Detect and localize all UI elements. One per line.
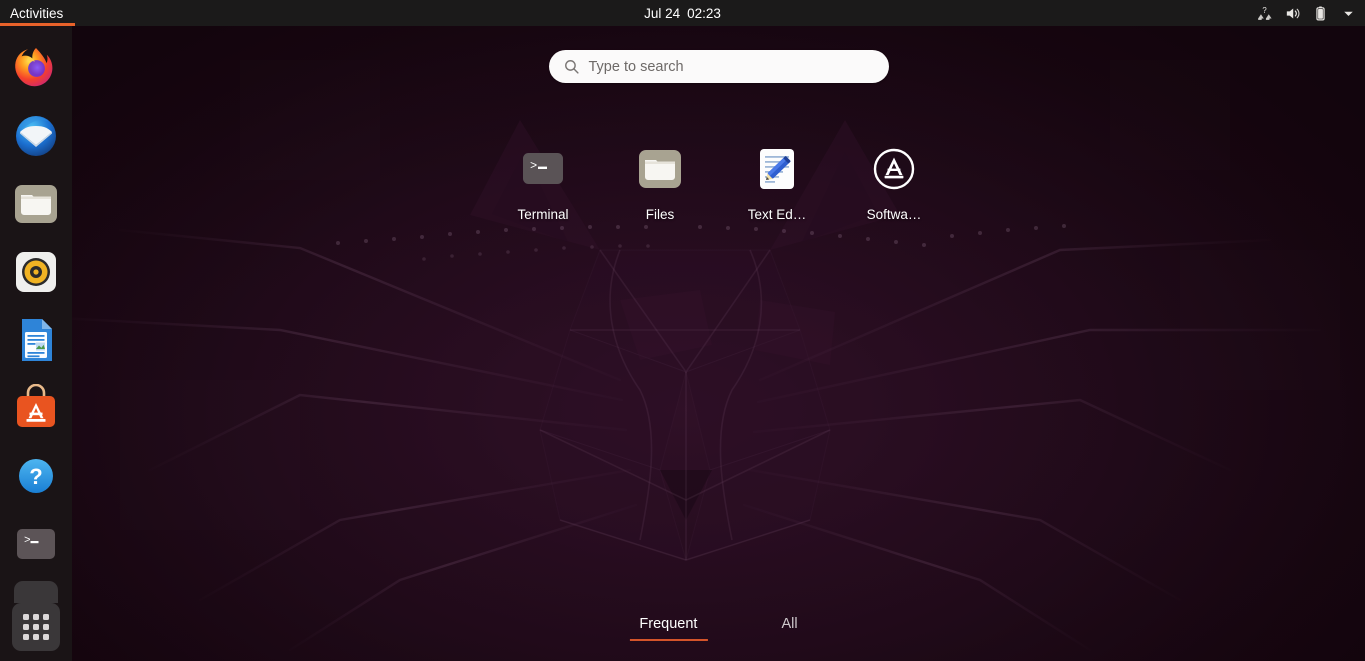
- app-label: Files: [645, 207, 675, 222]
- app-label: Text Ed…: [747, 207, 807, 222]
- desktop: Activities Jul 24 02:23 ? ? > Type to se…: [0, 0, 1365, 661]
- activities-overview: Type to search > Terminal Files Text Ed……: [72, 26, 1365, 661]
- ubuntu-software-icon: [873, 148, 915, 190]
- activities-label: Activities: [10, 5, 64, 21]
- svg-text:>: >: [24, 535, 31, 547]
- clock-button[interactable]: Jul 24 02:23: [644, 0, 721, 26]
- text-editor-icon-wrap: [750, 142, 804, 196]
- terminal-icon: >: [523, 153, 563, 184]
- tab-label: Frequent: [639, 616, 698, 632]
- app-tile-terminal[interactable]: > Terminal: [485, 136, 602, 228]
- show-applications-button[interactable]: [12, 603, 60, 651]
- grid-dot: [33, 614, 39, 620]
- top-bar: Activities Jul 24 02:23 ?: [0, 0, 1365, 26]
- dock-app-list: ? >: [0, 26, 72, 661]
- svg-text:?: ?: [29, 464, 42, 489]
- search-icon: [564, 60, 579, 74]
- clock-time: 02:23: [687, 5, 721, 21]
- ubuntu-software-icon-wrap: [867, 142, 921, 196]
- grid-dot: [23, 634, 29, 640]
- system-status-area[interactable]: ?: [1256, 0, 1357, 26]
- battery-icon[interactable]: [1312, 5, 1329, 22]
- ubuntu-software-icon: [17, 384, 55, 427]
- clock-date: Jul 24: [644, 5, 681, 21]
- frequent-apps-grid: > Terminal Files Text Ed… Softwa…: [485, 136, 953, 228]
- app-tile-text-editor[interactable]: Text Ed…: [719, 136, 836, 228]
- folder-icon: [15, 185, 57, 223]
- view-selector: Frequent All: [629, 614, 807, 641]
- dock-item-libreoffice-writer[interactable]: [0, 306, 72, 374]
- help-icon: ?: [19, 459, 53, 493]
- thunderbird-icon: [16, 116, 56, 156]
- tab-all[interactable]: All: [771, 614, 807, 641]
- folder-icon: [639, 150, 681, 188]
- grid-dot: [33, 624, 39, 630]
- firefox-icon: [15, 48, 53, 87]
- dock-item-firefox[interactable]: [0, 34, 72, 102]
- tab-frequent[interactable]: Frequent: [629, 614, 708, 641]
- activities-button[interactable]: Activities: [0, 0, 76, 26]
- network-offline-icon[interactable]: ?: [1256, 5, 1273, 22]
- activities-active-underline: [0, 23, 76, 26]
- svg-text:?: ?: [1262, 5, 1267, 14]
- terminal-icon-wrap: >: [516, 142, 570, 196]
- dock-item-rhythmbox[interactable]: [0, 238, 72, 306]
- tab-active-underline: [629, 638, 708, 641]
- app-tile-software[interactable]: Softwa…: [836, 136, 953, 228]
- search-input[interactable]: Type to search: [548, 50, 889, 83]
- chevron-down-icon[interactable]: [1340, 5, 1357, 22]
- dock-item-help[interactable]: ?: [0, 442, 72, 510]
- dock-item-ubuntu-software[interactable]: [0, 374, 72, 442]
- dock-item-thunderbird[interactable]: [0, 102, 72, 170]
- grid-dot: [43, 624, 49, 630]
- search-placeholder: Type to search: [588, 58, 684, 75]
- tab-label: All: [781, 616, 798, 632]
- svg-text:>: >: [530, 159, 537, 173]
- grid-dot: [23, 624, 29, 630]
- terminal-icon: >: [17, 529, 55, 559]
- grid-dot: [23, 614, 29, 620]
- app-label: Terminal: [517, 207, 569, 222]
- folder-icon-wrap: [633, 142, 687, 196]
- dock: ? >: [0, 26, 72, 661]
- text-editor-icon: [760, 149, 794, 189]
- grid-dot: [43, 614, 49, 620]
- dock-item-terminal[interactable]: >: [0, 510, 72, 578]
- dock-item-files[interactable]: [0, 170, 72, 238]
- volume-icon[interactable]: [1284, 5, 1301, 22]
- app-label: Softwa…: [866, 207, 922, 222]
- rhythmbox-icon: [16, 252, 56, 292]
- grid-dot: [33, 634, 39, 640]
- dock-item-trash[interactable]: [14, 581, 58, 603]
- app-tile-files[interactable]: Files: [602, 136, 719, 228]
- grid-dot: [43, 634, 49, 640]
- libreoffice-writer-icon: [22, 319, 52, 361]
